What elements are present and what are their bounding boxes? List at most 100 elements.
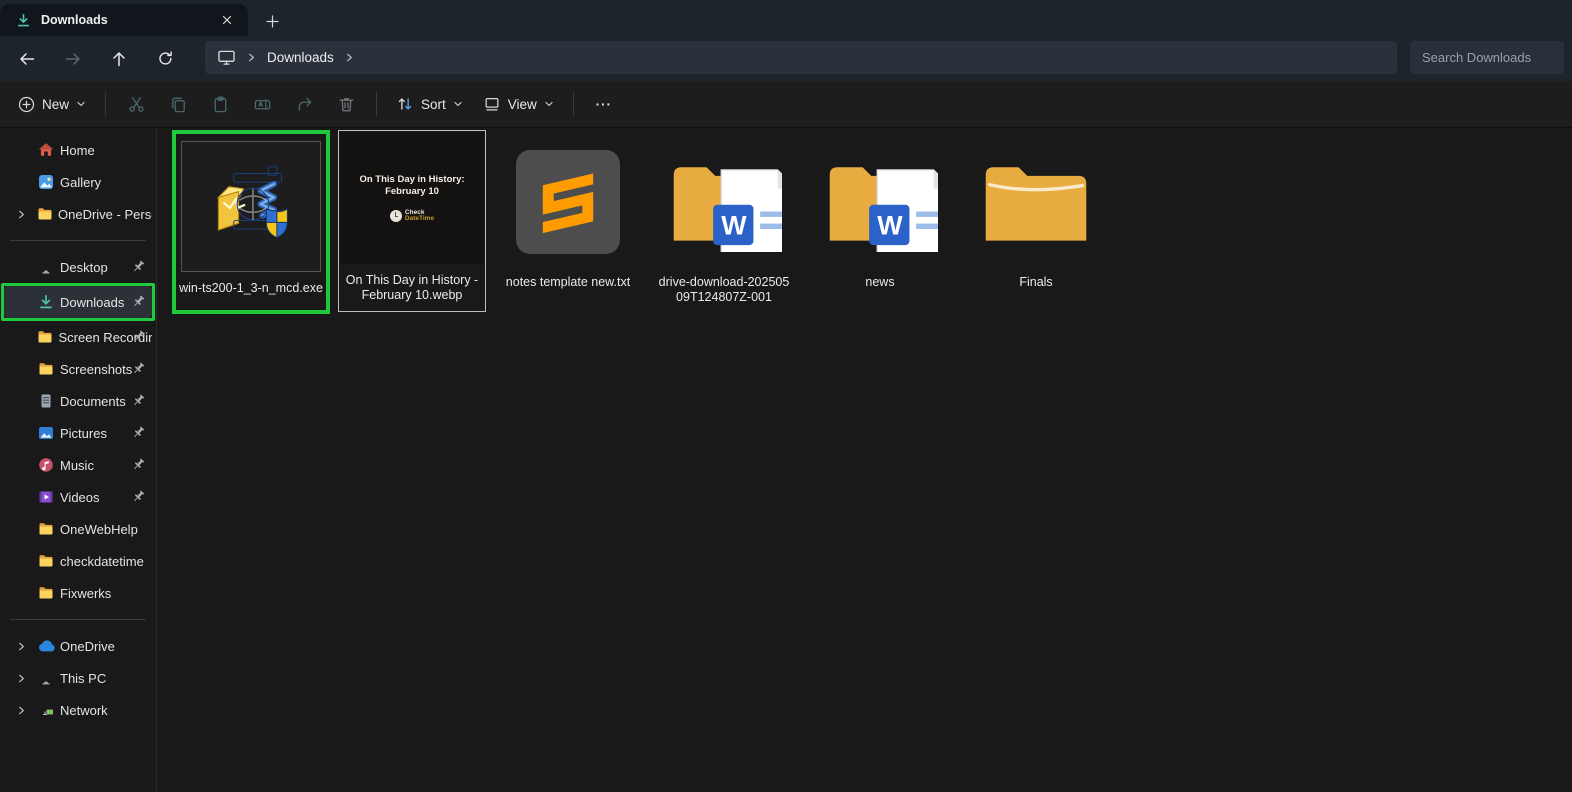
- sidebar-item-label: This PC: [60, 670, 107, 686]
- new-button-label: New: [42, 96, 70, 112]
- sidebar-item-screenshots[interactable]: Screenshots: [4, 353, 152, 385]
- file-history-webp[interactable]: On This Day in History: February 10 Chec…: [338, 130, 486, 312]
- sidebar-item-pictures[interactable]: Pictures: [4, 417, 152, 449]
- sidebar-item-label: Videos: [60, 489, 100, 505]
- expand-chevron-icon[interactable]: [16, 641, 38, 652]
- file-notes-template-txt[interactable]: notes template new.txt: [494, 130, 642, 290]
- logo-text: DateTime: [404, 215, 435, 222]
- sidebar-item-home[interactable]: Home: [4, 134, 152, 166]
- refresh-button[interactable]: [148, 43, 182, 75]
- share-icon: [298, 97, 311, 111]
- documents-icon: [38, 393, 60, 409]
- paste-button[interactable]: [199, 86, 241, 122]
- music-icon: [38, 457, 60, 473]
- pin-icon: [131, 457, 146, 477]
- sidebar-item-music[interactable]: Music: [4, 449, 152, 481]
- clock-icon: [389, 210, 402, 222]
- sort-button-label: Sort: [421, 96, 446, 112]
- sidebar-divider: [10, 240, 146, 241]
- folder-icon: [38, 361, 60, 377]
- sidebar-item-label: Screenshots: [60, 361, 133, 377]
- expand-chevron-icon[interactable]: [16, 705, 38, 716]
- cut-button[interactable]: [115, 86, 157, 122]
- delete-button[interactable]: [325, 86, 367, 122]
- sidebar-item-downloads[interactable]: Downloads: [4, 286, 152, 318]
- folder-icon: [983, 167, 1089, 242]
- sort-icon: [398, 98, 412, 110]
- breadcrumb-downloads[interactable]: Downloads: [267, 50, 334, 65]
- toolbar-divider: [105, 92, 107, 116]
- sort-button[interactable]: Sort: [386, 86, 473, 122]
- up-arrow-icon: [113, 51, 125, 66]
- view-button[interactable]: View: [473, 86, 564, 122]
- share-button[interactable]: [283, 86, 325, 122]
- pictures-icon: [38, 425, 60, 441]
- downloads-icon: [38, 294, 60, 310]
- sidebar-item-fixwerks[interactable]: Fixwerks: [4, 577, 152, 609]
- sidebar-item-desktop[interactable]: Desktop: [4, 251, 152, 283]
- onedrive-cloud-icon: [38, 640, 60, 652]
- pin-icon: [131, 425, 146, 445]
- sidebar-item-label: checkdatetime: [60, 553, 144, 569]
- sidebar-item-documents[interactable]: Documents: [4, 385, 152, 417]
- folder-drive-download[interactable]: drive-download-20250509T124807Z-001: [650, 130, 798, 305]
- folder-news[interactable]: news: [806, 130, 954, 290]
- new-tab-button[interactable]: [258, 9, 286, 33]
- search-box[interactable]: [1410, 41, 1564, 74]
- up-button[interactable]: [102, 43, 136, 75]
- folder-with-documents-icon: [671, 167, 782, 252]
- chevron-down-icon: [453, 99, 463, 109]
- file-win-ts200-exe[interactable]: win-ts200-1_3-n_mcd.exe: [176, 134, 326, 296]
- folder-finals[interactable]: Finals: [962, 130, 1110, 290]
- this-pc-icon[interactable]: [217, 49, 236, 66]
- sidebar-item-label: OneDrive - Persona: [58, 206, 152, 222]
- sidebar-item-videos[interactable]: Videos: [4, 481, 152, 513]
- sidebar-item-screen-recordings[interactable]: Screen Recordin: [4, 321, 152, 353]
- plus-circle-icon: [18, 96, 35, 112]
- copy-button[interactable]: [157, 86, 199, 122]
- address-bar[interactable]: Downloads: [205, 41, 1397, 74]
- file-name: Finals: [1019, 275, 1053, 289]
- expand-chevron-icon[interactable]: [16, 673, 38, 684]
- pin-icon: [131, 259, 146, 279]
- new-button[interactable]: New: [8, 86, 96, 122]
- file-list-area[interactable]: win-ts200-1_3-n_mcd.exe On This Day in H…: [158, 128, 1572, 792]
- plus-icon: [265, 14, 279, 28]
- sublime-text-icon: [516, 150, 620, 254]
- downloads-highlight-box: Downloads: [1, 283, 155, 321]
- view-icon: [485, 97, 499, 111]
- desktop-icon: [38, 259, 60, 275]
- sidebar-item-label: Gallery: [60, 174, 102, 190]
- sidebar-item-gallery[interactable]: Gallery: [4, 166, 152, 198]
- sidebar-item-onedrive[interactable]: OneDrive: [4, 630, 152, 662]
- breadcrumb-chevron-icon[interactable]: [344, 52, 355, 63]
- sidebar-item-label: Desktop: [60, 259, 108, 275]
- folder-icon: [38, 585, 60, 601]
- sidebar-divider: [10, 619, 146, 620]
- chevron-down-icon: [76, 99, 86, 109]
- navigation-pane: Home Gallery OneDrive - Persona: [0, 128, 157, 792]
- pin-icon: [131, 393, 146, 413]
- exe-thumbnail-frame: [181, 141, 321, 272]
- sidebar-item-this-pc[interactable]: This PC: [4, 662, 152, 694]
- folder-with-documents-icon: [827, 167, 938, 252]
- folder-icon: [37, 329, 58, 345]
- forward-button[interactable]: [56, 43, 90, 75]
- command-toolbar: New Sort View ···: [0, 81, 1572, 128]
- thumbnail-text: February 10: [385, 185, 439, 197]
- rename-button[interactable]: [241, 86, 283, 122]
- sidebar-item-label: Documents: [60, 393, 126, 409]
- sidebar-item-onewebhelp[interactable]: OneWebHelp: [4, 513, 152, 545]
- explorer-tab[interactable]: Downloads: [0, 4, 248, 36]
- sidebar-item-checkdatetime[interactable]: checkdatetime: [4, 545, 152, 577]
- expand-chevron-icon[interactable]: [16, 209, 37, 220]
- navigation-bar: Downloads: [0, 36, 1572, 81]
- tab-close-button[interactable]: [214, 9, 240, 31]
- search-input[interactable]: [1410, 50, 1564, 65]
- sidebar-item-network[interactable]: Network: [4, 694, 152, 726]
- more-options-button[interactable]: ···: [583, 86, 625, 122]
- exe-highlight-box: win-ts200-1_3-n_mcd.exe: [172, 130, 330, 314]
- ellipsis-icon: ···: [595, 96, 613, 112]
- sidebar-item-onedrive-personal[interactable]: OneDrive - Persona: [4, 198, 152, 230]
- back-button[interactable]: [10, 43, 44, 75]
